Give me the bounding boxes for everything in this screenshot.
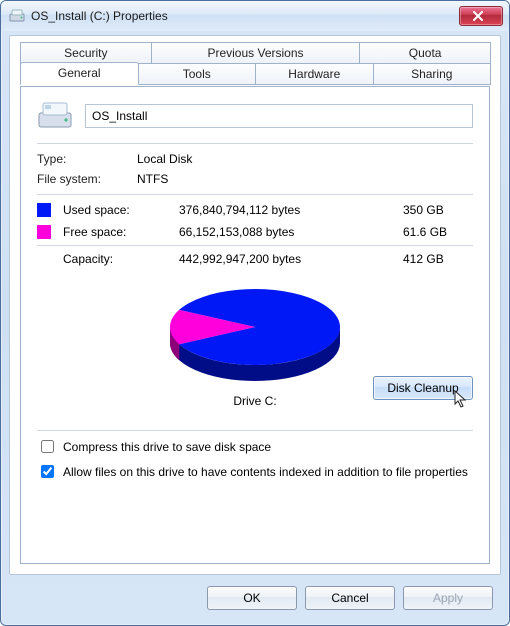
close-icon xyxy=(472,11,484,21)
filesystem-value: NTFS xyxy=(137,172,473,186)
cancel-button[interactable]: Cancel xyxy=(305,586,395,610)
usage-pie-chart xyxy=(155,272,355,392)
drive-large-icon xyxy=(37,99,73,133)
separator xyxy=(37,245,473,246)
filesystem-label: File system: xyxy=(37,172,137,186)
index-checkbox[interactable] xyxy=(41,465,54,478)
drive-icon xyxy=(9,8,25,24)
tab-strip: Security Previous Versions Quota General… xyxy=(20,42,490,85)
free-space-label: Free space: xyxy=(63,225,173,239)
type-label: Type: xyxy=(37,152,137,166)
volume-name-input[interactable] xyxy=(85,104,473,128)
compress-label[interactable]: Compress this drive to save disk space xyxy=(63,439,271,455)
capacity-bytes: 442,992,947,200 bytes xyxy=(179,252,397,266)
separator xyxy=(37,194,473,195)
free-space-bytes: 66,152,153,088 bytes xyxy=(179,225,397,239)
tab-tools[interactable]: Tools xyxy=(138,63,257,85)
tab-page-general: Type: Local Disk File system: NTFS Used … xyxy=(20,86,490,564)
index-label[interactable]: Allow files on this drive to have conten… xyxy=(63,464,468,480)
used-space-bytes: 376,840,794,112 bytes xyxy=(179,203,397,217)
separator xyxy=(37,143,473,144)
client-area: Security Previous Versions Quota General… xyxy=(9,35,501,575)
compress-checkbox[interactable] xyxy=(41,440,54,453)
tab-security[interactable]: Security xyxy=(20,42,152,64)
tab-general[interactable]: General xyxy=(20,62,139,85)
free-space-hr: 61.6 GB xyxy=(403,225,473,239)
properties-dialog: OS_Install (C:) Properties Security Prev… xyxy=(0,0,510,626)
type-value: Local Disk xyxy=(137,152,473,166)
free-swatch xyxy=(37,225,51,239)
separator xyxy=(37,430,473,431)
pie-chart-block: Drive C: Disk Cleanup xyxy=(37,272,473,422)
capacity-label: Capacity: xyxy=(63,252,173,266)
used-space-hr: 350 GB xyxy=(403,203,473,217)
used-space-label: Used space: xyxy=(63,203,173,217)
tab-quota[interactable]: Quota xyxy=(359,42,491,64)
tab-sharing[interactable]: Sharing xyxy=(373,63,492,85)
disk-cleanup-button[interactable]: Disk Cleanup xyxy=(373,376,473,400)
tab-hardware[interactable]: Hardware xyxy=(255,63,374,85)
capacity-hr: 412 GB xyxy=(403,252,473,266)
close-button[interactable] xyxy=(459,6,503,26)
window-title: OS_Install (C:) Properties xyxy=(31,9,459,23)
tab-previous-versions[interactable]: Previous Versions xyxy=(151,42,361,64)
apply-button[interactable]: Apply xyxy=(403,586,493,610)
dialog-button-bar: OK Cancel Apply xyxy=(9,581,501,615)
ok-button[interactable]: OK xyxy=(207,586,297,610)
used-swatch xyxy=(37,203,51,217)
titlebar[interactable]: OS_Install (C:) Properties xyxy=(1,1,509,31)
